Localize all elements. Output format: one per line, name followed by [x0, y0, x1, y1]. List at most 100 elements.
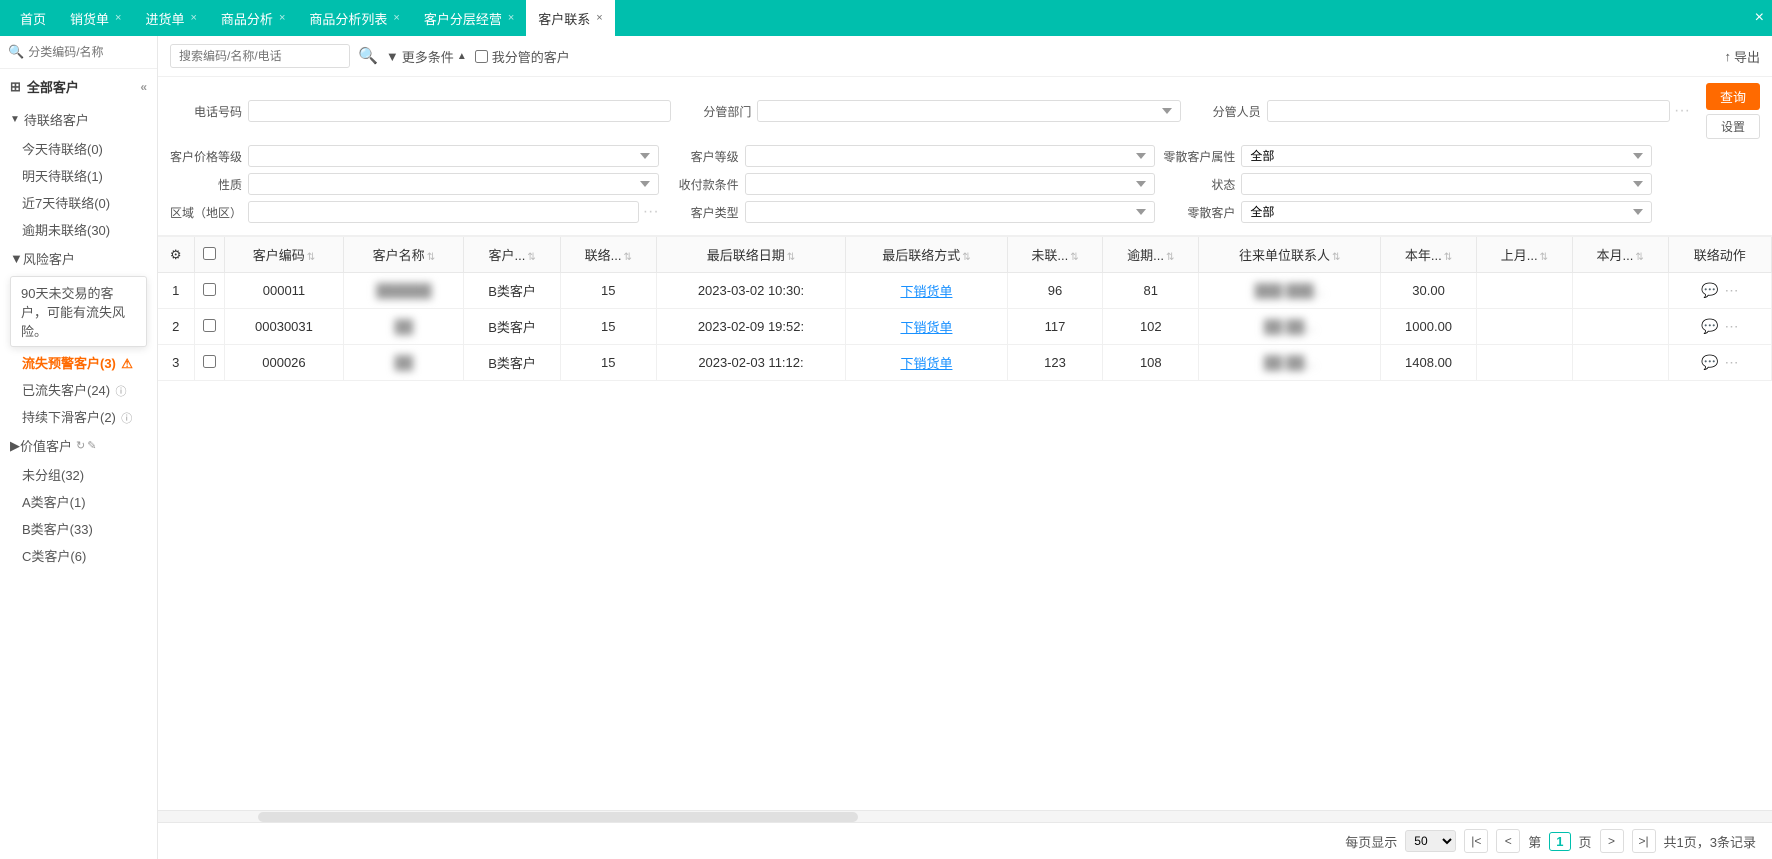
cust-type-select[interactable] [745, 201, 1156, 223]
my-customer-checkbox[interactable] [475, 50, 488, 63]
action-chat-2[interactable]: 💬 [1701, 354, 1718, 371]
more-conditions-button[interactable]: ▼ 更多条件 ▲ [386, 47, 467, 66]
window-close-button[interactable]: × [1755, 9, 1764, 27]
sidebar-collapse-btn[interactable]: « [140, 80, 147, 94]
cell-method-1[interactable]: 下销货单 [846, 309, 1007, 345]
edit-icon[interactable]: ✎ [87, 439, 96, 452]
main-search-button[interactable]: 🔍 [358, 46, 378, 66]
sort-method-icon: ⇅ [962, 252, 970, 263]
row-checkbox-1[interactable] [203, 319, 216, 332]
sidebar-search-input[interactable] [28, 45, 149, 59]
retail-cust-select[interactable]: 全部 [1241, 201, 1652, 223]
prev-page-button[interactable]: < [1496, 829, 1520, 853]
sort-year-icon: ⇅ [1444, 252, 1452, 263]
cell-method-0[interactable]: 下销货单 [846, 273, 1007, 309]
settings-button[interactable]: 设置 [1706, 114, 1760, 139]
region-dots-btn[interactable]: ··· [643, 203, 659, 221]
action-more-1[interactable]: ⋯ [1724, 318, 1738, 335]
sidebar-item-ungroup[interactable]: 未分组(32) [0, 461, 157, 488]
method-link-0[interactable]: 下销货单 [900, 284, 952, 299]
nav-tab-purchase[interactable]: 进货单 × [133, 0, 208, 36]
my-customer-checkbox-label[interactable]: 我分管的客户 [475, 47, 570, 66]
nav-tab-customer-tier[interactable]: 客户分层经营 × [412, 0, 526, 36]
sidebar-item-class-c[interactable]: C类客户(6) [0, 542, 157, 569]
horizontal-scrollbar[interactable] [258, 812, 858, 822]
col-code[interactable]: 客户编码⇅ [224, 237, 344, 273]
col-name[interactable]: 客户名称⇅ [344, 237, 464, 273]
main-search-input[interactable] [170, 44, 350, 68]
sidebar-item-class-b[interactable]: B类客户(33) [0, 515, 157, 542]
sidebar-group-risk[interactable]: ▼ 风险客户 [0, 243, 157, 274]
last-page-button[interactable]: >| [1632, 829, 1656, 853]
method-link-2[interactable]: 下销货单 [900, 356, 952, 371]
next-page-button[interactable]: > [1600, 829, 1624, 853]
sidebar-group-pending[interactable]: ▼ 待联络客户 [0, 104, 157, 135]
action-more-2[interactable]: ⋯ [1724, 354, 1738, 371]
col-contact[interactable]: 联络...⇅ [560, 237, 656, 273]
col-this-year[interactable]: 本年...⇅ [1381, 237, 1477, 273]
close-sales-icon[interactable]: × [115, 12, 121, 24]
phone-input[interactable] [248, 100, 671, 122]
row-checkbox-0[interactable] [203, 283, 216, 296]
nature-select[interactable] [248, 173, 659, 195]
sidebar-item-tomorrow[interactable]: 明天待联络(1) [0, 162, 157, 189]
nav-tab-home[interactable]: 首页 [8, 0, 58, 36]
sidebar-item-churned[interactable]: 已流失客户(24) ⓘ [0, 376, 157, 403]
nature-label: 性质 [170, 176, 242, 193]
retail-attr-select[interactable]: 全部 [1241, 145, 1652, 167]
method-link-1[interactable]: 下销货单 [900, 320, 952, 335]
close-analysis-icon[interactable]: × [279, 12, 285, 24]
first-page-button[interactable]: |< [1464, 829, 1488, 853]
col-this-month[interactable]: 本月...⇅ [1572, 237, 1668, 273]
sidebar-item-class-a[interactable]: A类客户(1) [0, 488, 157, 515]
action-chat-1[interactable]: 💬 [1701, 318, 1718, 335]
close-purchase-icon[interactable]: × [190, 12, 196, 24]
col-type[interactable]: 客户...⇅ [464, 237, 560, 273]
nav-tab-analysis-list[interactable]: 商品分析列表 × [297, 0, 411, 36]
close-analysis-list-icon[interactable]: × [393, 12, 399, 24]
nav-tab-customer-contact[interactable]: 客户联系 × [526, 0, 614, 36]
query-button[interactable]: 查询 [1706, 83, 1760, 110]
col-last-month[interactable]: 上月...⇅ [1476, 237, 1572, 273]
sidebar-item-churn-warning[interactable]: 流失预警客户(3) ⚠ [0, 349, 157, 376]
nav-tab-analysis[interactable]: 商品分析 × [209, 0, 297, 36]
region-input[interactable] [248, 201, 639, 223]
cust-level-select[interactable] [745, 145, 1156, 167]
content-area: 🔍 ▼ 更多条件 ▲ 我分管的客户 ↑ 导出 电话号码 [158, 36, 1772, 859]
close-customer-tier-icon[interactable]: × [508, 12, 514, 24]
close-customer-contact-icon[interactable]: × [596, 12, 602, 24]
col-last-date[interactable]: 最后联络日期⇅ [656, 237, 846, 273]
col-person[interactable]: 往来单位联系人⇅ [1199, 237, 1381, 273]
person-dots-btn[interactable]: ··· [1674, 102, 1690, 120]
col-unlink[interactable]: 未联...⇅ [1007, 237, 1103, 273]
per-page-select[interactable]: 50 100 200 [1405, 830, 1456, 852]
price-level-select[interactable] [248, 145, 659, 167]
payment-select[interactable] [745, 173, 1156, 195]
nav-tab-sales[interactable]: 销货单 × [58, 0, 133, 36]
action-more-0[interactable]: ⋯ [1724, 282, 1738, 299]
sidebar-item-overdue[interactable]: 逾期未联络(30) [0, 216, 157, 243]
cell-method-2[interactable]: 下销货单 [846, 345, 1007, 381]
filter-retail-attr: 零散客户属性 全部 [1163, 145, 1652, 167]
col-overdue[interactable]: 逾期...⇅ [1103, 237, 1199, 273]
col-settings[interactable]: ⚙ [158, 237, 194, 273]
select-all-checkbox[interactable] [203, 247, 216, 260]
status-select[interactable] [1241, 173, 1652, 195]
sidebar-item-7days[interactable]: 近7天待联络(0) [0, 189, 157, 216]
col-last-method[interactable]: 最后联络方式⇅ [846, 237, 1007, 273]
person-input[interactable] [1267, 100, 1670, 122]
cell-tmonth-1 [1572, 309, 1668, 345]
arrow-right-icon: ▶ [10, 438, 20, 454]
refresh-icon[interactable]: ↻ [76, 439, 85, 452]
sidebar-all-customers[interactable]: ⊞ 全部客户 « [0, 69, 157, 104]
filter-panel: 电话号码 分管部门 分管人员 ··· 查询 设置 [158, 77, 1772, 237]
export-button[interactable]: ↑ 导出 [1724, 47, 1760, 66]
action-chat-0[interactable]: 💬 [1701, 282, 1718, 299]
row-checkbox-2[interactable] [203, 355, 216, 368]
sidebar-item-declining[interactable]: 持续下滑客户(2) ⓘ [0, 403, 157, 430]
scrollbar-area[interactable] [158, 810, 1772, 822]
sidebar-group-value[interactable]: ▶ 价值客户 ↻ ✎ [0, 430, 157, 461]
sidebar-item-today[interactable]: 今天待联络(0) [0, 135, 157, 162]
dept-select[interactable] [757, 100, 1180, 122]
funnel-icon: ▼ [386, 49, 399, 64]
